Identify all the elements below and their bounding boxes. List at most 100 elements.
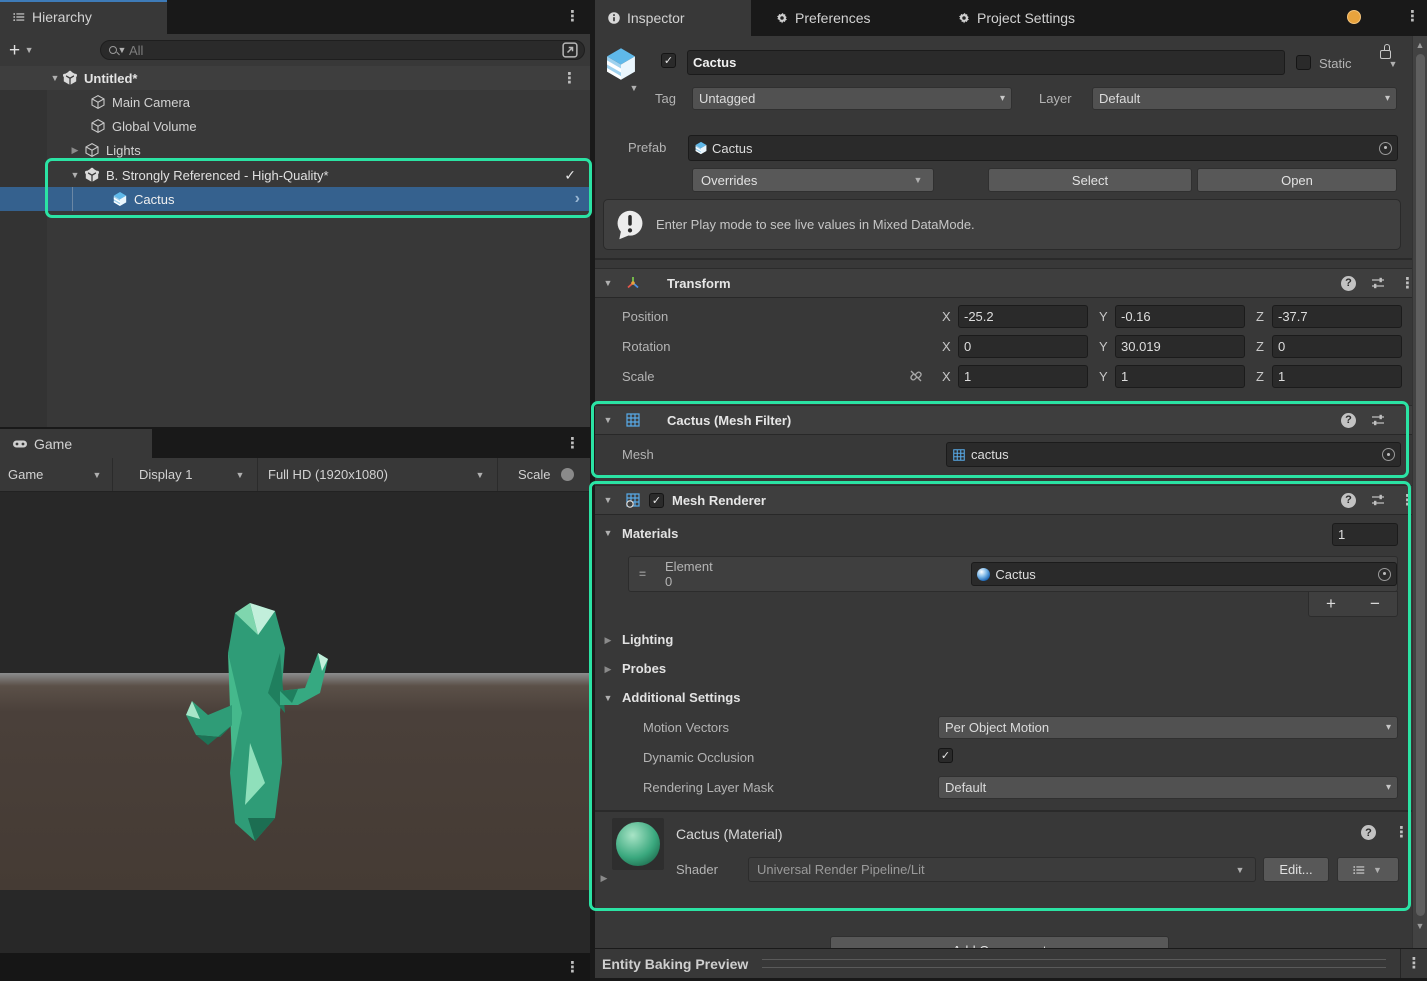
subscene-loaded-checkmark-icon[interactable] [564, 167, 576, 184]
position-x-field[interactable]: -25.2 [958, 305, 1088, 328]
help-icon[interactable] [1341, 412, 1356, 428]
prefab-picker-icon[interactable] [1379, 141, 1392, 155]
hierarchy-menu-icon[interactable] [565, 9, 580, 24]
material-foldout-icon[interactable] [597, 872, 611, 884]
foldout-icon[interactable] [68, 169, 82, 181]
shader-edit-button[interactable]: Edit... [1263, 857, 1329, 882]
tree-row-untitled[interactable]: Untitled* [0, 66, 590, 90]
scale-slider-knob[interactable] [560, 468, 574, 481]
account-icon[interactable] [1347, 10, 1361, 24]
hierarchy-search-input[interactable]: All [100, 40, 585, 60]
tab-game[interactable]: Game [0, 429, 152, 458]
search-popout-icon[interactable] [560, 40, 580, 60]
select-button[interactable]: Select [988, 168, 1192, 192]
material-preview-thumb[interactable] [612, 818, 664, 870]
gameobject-name-field[interactable]: Cactus [687, 50, 1285, 75]
game-display-target-dropdown[interactable]: Game [0, 458, 113, 491]
tag-dropdown[interactable]: Untagged [692, 87, 1012, 110]
position-y-field[interactable]: -0.16 [1115, 305, 1245, 328]
mesh-filter-header[interactable]: Cactus (Mesh Filter) [595, 405, 1427, 435]
tree-row-subscene[interactable]: B. Strongly Referenced - High-Quality* [0, 163, 590, 187]
tab-preferences[interactable]: Preferences [765, 0, 880, 36]
create-dropdown-icon[interactable] [22, 44, 36, 56]
presets-icon[interactable] [1370, 412, 1386, 428]
create-button[interactable]: + [9, 41, 20, 60]
rotation-y-field[interactable]: 30.019 [1115, 335, 1245, 358]
scroll-down-icon[interactable]: ▼ [1413, 921, 1427, 931]
materials-element-row[interactable]: Element 0 Cactus [628, 556, 1398, 592]
remove-material-button[interactable]: − [1370, 594, 1380, 614]
transform-header[interactable]: Transform [595, 268, 1427, 298]
inspector-scrollbar[interactable]: ▲ ▼ [1412, 36, 1427, 948]
indent-guide [72, 187, 73, 211]
materials-count-field[interactable]: 1 [1332, 523, 1398, 546]
probes-foldout-icon[interactable] [601, 663, 615, 675]
lighting-foldout-label[interactable]: Lighting [622, 632, 673, 647]
scale-z-field[interactable]: 1 [1272, 365, 1402, 388]
prefab-open-chevron-icon[interactable] [575, 190, 580, 208]
shader-list-button[interactable] [1337, 857, 1399, 882]
game-menu-icon[interactable] [565, 436, 580, 451]
splitter-handle[interactable] [762, 959, 1386, 968]
tree-row-main-camera[interactable]: Main Camera [0, 90, 590, 114]
game-resolution-dropdown[interactable]: Full HD (1920x1080) [258, 458, 498, 491]
entity-baking-preview-bar[interactable]: Entity Baking Preview [595, 948, 1427, 978]
foldout-icon[interactable] [601, 494, 615, 506]
mesh-renderer-header[interactable]: ✓ Mesh Renderer [595, 485, 1427, 515]
lighting-foldout-icon[interactable] [601, 634, 615, 646]
gameobject-icon-caret[interactable] [627, 82, 641, 94]
probes-foldout-label[interactable]: Probes [622, 661, 666, 676]
tree-row-lights[interactable]: Lights [0, 138, 590, 162]
static-dropdown-icon[interactable] [1386, 58, 1400, 70]
help-icon[interactable] [1361, 825, 1376, 840]
scroll-up-icon[interactable]: ▲ [1413, 40, 1427, 50]
gameobject-active-checkbox[interactable]: ✓ [661, 53, 676, 68]
material-object-field[interactable]: Cactus [971, 562, 1397, 586]
static-checkbox[interactable] [1296, 55, 1311, 70]
scene-menu-icon[interactable] [562, 71, 577, 86]
additional-settings-foldout-label[interactable]: Additional Settings [622, 690, 740, 705]
add-material-button[interactable]: + [1326, 594, 1336, 614]
mesh-object-field[interactable]: cactus [946, 442, 1401, 467]
help-icon[interactable] [1341, 275, 1356, 291]
foldout-icon[interactable] [68, 144, 82, 156]
game-scale-slider[interactable]: Scale [498, 458, 590, 491]
dynamic-occlusion-checkbox[interactable]: ✓ [938, 748, 953, 763]
tree-row-cactus[interactable]: Cactus [0, 187, 590, 211]
scrollbar-thumb[interactable] [1415, 54, 1425, 916]
mesh-renderer-enabled-checkbox[interactable]: ✓ [649, 492, 664, 508]
shader-dropdown[interactable]: Universal Render Pipeline/Lit [748, 857, 1256, 882]
link-broken-icon[interactable] [908, 368, 924, 384]
drag-handle-icon[interactable] [639, 567, 645, 581]
scale-x-field[interactable]: 1 [958, 365, 1088, 388]
overrides-dropdown[interactable]: Overrides [692, 168, 934, 192]
materials-foldout-icon[interactable] [601, 527, 615, 539]
tab-inspector[interactable]: Inspector [595, 0, 751, 36]
game-bottom-menu-icon[interactable] [565, 960, 580, 975]
presets-icon[interactable] [1370, 275, 1386, 291]
rotation-x-field[interactable]: 0 [958, 335, 1088, 358]
foldout-icon[interactable] [48, 72, 62, 84]
foldout-icon[interactable] [601, 414, 615, 426]
prefab-object-field[interactable]: Cactus [688, 135, 1398, 161]
rotation-z-field[interactable]: 0 [1272, 335, 1402, 358]
position-z-field[interactable]: -37.7 [1272, 305, 1402, 328]
foldout-icon[interactable] [601, 277, 615, 289]
tree-row-global-volume[interactable]: Global Volume [0, 114, 590, 138]
tab-project-settings[interactable]: Project Settings [947, 0, 1085, 36]
rendering-layer-mask-dropdown[interactable]: Default [938, 776, 1398, 799]
layer-dropdown[interactable]: Default [1092, 87, 1397, 110]
help-icon[interactable] [1341, 492, 1356, 508]
additional-settings-foldout-icon[interactable] [601, 692, 615, 704]
inspector-menu-icon[interactable] [1405, 9, 1420, 24]
material-menu-icon[interactable] [1394, 825, 1409, 840]
material-picker-icon[interactable] [1378, 567, 1391, 581]
scale-y-field[interactable]: 1 [1115, 365, 1245, 388]
game-display-dropdown[interactable]: Display 1 [113, 458, 258, 491]
mesh-picker-icon[interactable] [1382, 448, 1395, 461]
open-button[interactable]: Open [1197, 168, 1397, 192]
entity-baking-menu-icon[interactable] [1407, 956, 1422, 971]
motion-vectors-dropdown[interactable]: Per Object Motion [938, 716, 1398, 739]
tab-hierarchy[interactable]: Hierarchy [0, 0, 167, 34]
presets-icon[interactable] [1370, 492, 1386, 508]
